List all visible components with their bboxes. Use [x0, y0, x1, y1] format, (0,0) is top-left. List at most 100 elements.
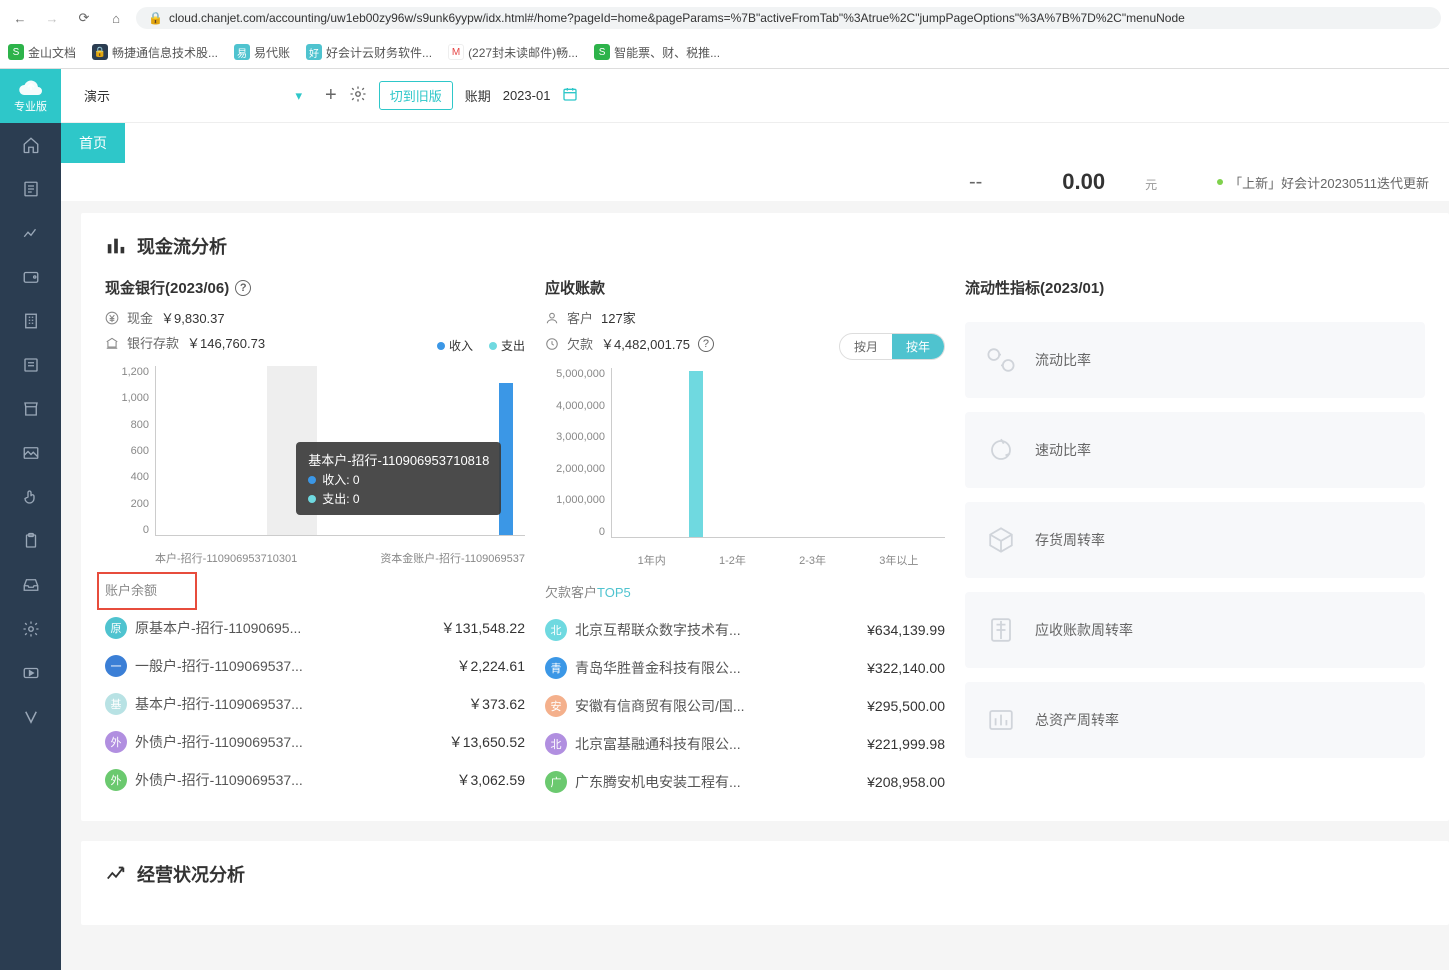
dashboard-row: 现金银行(2023/06)? 现金 ￥9,830.37 银行存款 ￥146,76…: [105, 277, 1425, 801]
content-area: -- 0.00 元 「上新」好会计20230511迭代更新 现金流分析 现金银行(…: [61, 163, 1449, 970]
bank-icon: [105, 336, 119, 350]
y-axis: 1,2001,0008006004002000: [105, 366, 153, 536]
rail-doc[interactable]: [0, 167, 61, 211]
rail-inbox[interactable]: [0, 563, 61, 607]
org-name: 演示: [84, 86, 110, 105]
forward-button[interactable]: →: [40, 6, 64, 30]
toggle-month[interactable]: 按月: [840, 334, 892, 359]
rail-v[interactable]: [0, 695, 61, 739]
operations-card: 经营状况分析: [81, 841, 1449, 925]
yen-icon: [105, 311, 119, 325]
rail-building[interactable]: [0, 299, 61, 343]
calendar-icon[interactable]: [562, 86, 578, 105]
chart-legend: 收入 支出: [437, 337, 525, 354]
browser-chrome: ← → ⟳ ⌂ 🔒 cloud.chanjet.com/accounting/u…: [0, 0, 1449, 69]
home-button[interactable]: ⌂: [104, 6, 128, 30]
chart-plot: [611, 368, 945, 538]
bookmark-item[interactable]: S金山文档: [8, 44, 76, 61]
receivables-column: 应收账款 客户 127家 欠款 ￥4,482,001.75 ?: [545, 277, 945, 801]
bookmark-label: (227封未读邮件)畅...: [468, 44, 578, 61]
metric-card[interactable]: 应收账款周转率: [965, 592, 1425, 668]
metric-card[interactable]: 总资产周转率: [965, 682, 1425, 758]
switch-old-button[interactable]: 切到旧版: [379, 81, 453, 110]
section-title: 现金银行(2023/06)?: [105, 277, 525, 298]
list-item[interactable]: 北北京富基融通科技有限公...¥221,999.98: [545, 725, 945, 763]
metric-card[interactable]: 速动比率: [965, 412, 1425, 488]
bookmark-label: 好会计云财务软件...: [326, 44, 432, 61]
main: 演示 ▾ + 切到旧版 账期 2023-01 首页 -- 0.00 元 「上新」好…: [61, 69, 1449, 970]
gear-icon[interactable]: [349, 85, 367, 106]
metric-card[interactable]: 存货周转率: [965, 502, 1425, 578]
help-icon[interactable]: ?: [235, 280, 251, 296]
list-item[interactable]: 外外债户-招行-1109069537...￥3,062.59: [105, 761, 525, 799]
tab-home[interactable]: 首页: [61, 123, 125, 163]
bookmark-label: 畅捷通信息技术股...: [112, 44, 218, 61]
rail-image[interactable]: [0, 431, 61, 475]
bar-chart-icon: [105, 235, 127, 257]
bookmark-item[interactable]: M(227封未读邮件)畅...: [448, 44, 578, 61]
rail-home[interactable]: [0, 123, 61, 167]
logo[interactable]: 专业版: [0, 69, 61, 123]
list-item[interactable]: 北北京互帮联众数字技术有...¥634,139.99: [545, 611, 945, 649]
customer-metric: 客户 127家: [545, 308, 945, 327]
big-value: 0.00: [1062, 169, 1105, 194]
news-ticker[interactable]: 「上新」好会计20230511迭代更新: [1217, 173, 1429, 192]
url-bar[interactable]: 🔒 cloud.chanjet.com/accounting/uw1eb00zy…: [136, 7, 1441, 29]
list-item[interactable]: 广广东腾安机电安装工程有...¥208,958.00: [545, 763, 945, 801]
list-item[interactable]: 外外债户-招行-1109069537...￥13,650.52: [105, 723, 525, 761]
rail-chart[interactable]: [0, 211, 61, 255]
list-item[interactable]: 一一般户-招行-1109069537...￥2,224.61: [105, 647, 525, 685]
y-axis: 5,000,0004,000,0003,000,0002,000,0001,00…: [545, 368, 609, 538]
list-item[interactable]: 基基本户-招行-1109069537...￥373.62: [105, 685, 525, 723]
metric-card[interactable]: 流动比率: [965, 322, 1425, 398]
period-label: 账期: [465, 86, 491, 105]
side-rail: 专业版: [0, 69, 61, 970]
clock-icon: [545, 337, 559, 351]
rail-form[interactable]: [0, 343, 61, 387]
chart-bar[interactable]: [689, 371, 703, 537]
chart-bar[interactable]: [499, 383, 513, 535]
logo-label: 专业版: [14, 98, 47, 114]
top5-title: 欠款客户TOP5: [545, 582, 945, 601]
bookmark-item[interactable]: 好好会计云财务软件...: [306, 44, 432, 61]
rail-hand[interactable]: [0, 475, 61, 519]
list-item[interactable]: 安安徽有信商贸有限公司/国...¥295,500.00: [545, 687, 945, 725]
chart-plot: 基本户-招行-110906953710818 收入: 0 支出: 0: [155, 366, 525, 536]
add-icon[interactable]: +: [325, 84, 337, 107]
x-axis: 本户-招行-110906953710301 资本金账户-招行-110906953…: [155, 550, 525, 566]
bookmark-item[interactable]: 🔒畅捷通信息技术股...: [92, 44, 218, 61]
accounts-list: 原原基本户-招行-11090695...￥131,548.22一一般户-招行-1…: [105, 609, 525, 799]
section-title: 应收账款: [545, 277, 945, 298]
list-item[interactable]: 原原基本户-招行-11090695...￥131,548.22: [105, 609, 525, 647]
rail-settings[interactable]: [0, 607, 61, 651]
period-value: 2023-01: [503, 88, 551, 103]
x-axis: 1年内1-2年2-3年3年以上: [611, 552, 945, 568]
rail-clipboard[interactable]: [0, 519, 61, 563]
legend-dot-out: [489, 342, 497, 350]
rail-wallet[interactable]: [0, 255, 61, 299]
help-icon[interactable]: ?: [698, 336, 714, 352]
bookmark-label: 金山文档: [28, 44, 76, 61]
tab-bar: 首页: [61, 123, 1449, 163]
bookmark-item[interactable]: 易易代账: [234, 44, 290, 61]
bookmark-item[interactable]: S智能票、财、税推...: [594, 44, 720, 61]
cashflow-card: 现金流分析 现金银行(2023/06)? 现金 ￥9,830.37: [81, 213, 1449, 821]
toggle-year[interactable]: 按年: [892, 334, 944, 359]
top-bar: 演示 ▾ + 切到旧版 账期 2023-01: [61, 69, 1449, 123]
info-strip: -- 0.00 元 「上新」好会计20230511迭代更新: [61, 163, 1449, 201]
list-item[interactable]: 青青岛华胜普金科技有限公...¥322,140.00: [545, 649, 945, 687]
card-header: 经营状况分析: [105, 861, 1425, 887]
back-button[interactable]: ←: [8, 6, 32, 30]
dash-value: --: [969, 171, 982, 194]
unit: 元: [1145, 178, 1157, 192]
bookmark-label: 易代账: [254, 44, 290, 61]
card-title: 现金流分析: [137, 233, 227, 259]
chevron-down-icon: ▾: [295, 88, 302, 104]
rail-video[interactable]: [0, 651, 61, 695]
lock-icon: 🔒: [148, 11, 163, 25]
reload-button[interactable]: ⟳: [72, 6, 96, 30]
org-selector[interactable]: 演示 ▾: [73, 79, 313, 112]
rail-shop[interactable]: [0, 387, 61, 431]
debtors-list: 北北京互帮联众数字技术有...¥634,139.99青青岛华胜普金科技有限公..…: [545, 611, 945, 801]
cash-bank-column: 现金银行(2023/06)? 现金 ￥9,830.37 银行存款 ￥146,76…: [105, 277, 525, 801]
